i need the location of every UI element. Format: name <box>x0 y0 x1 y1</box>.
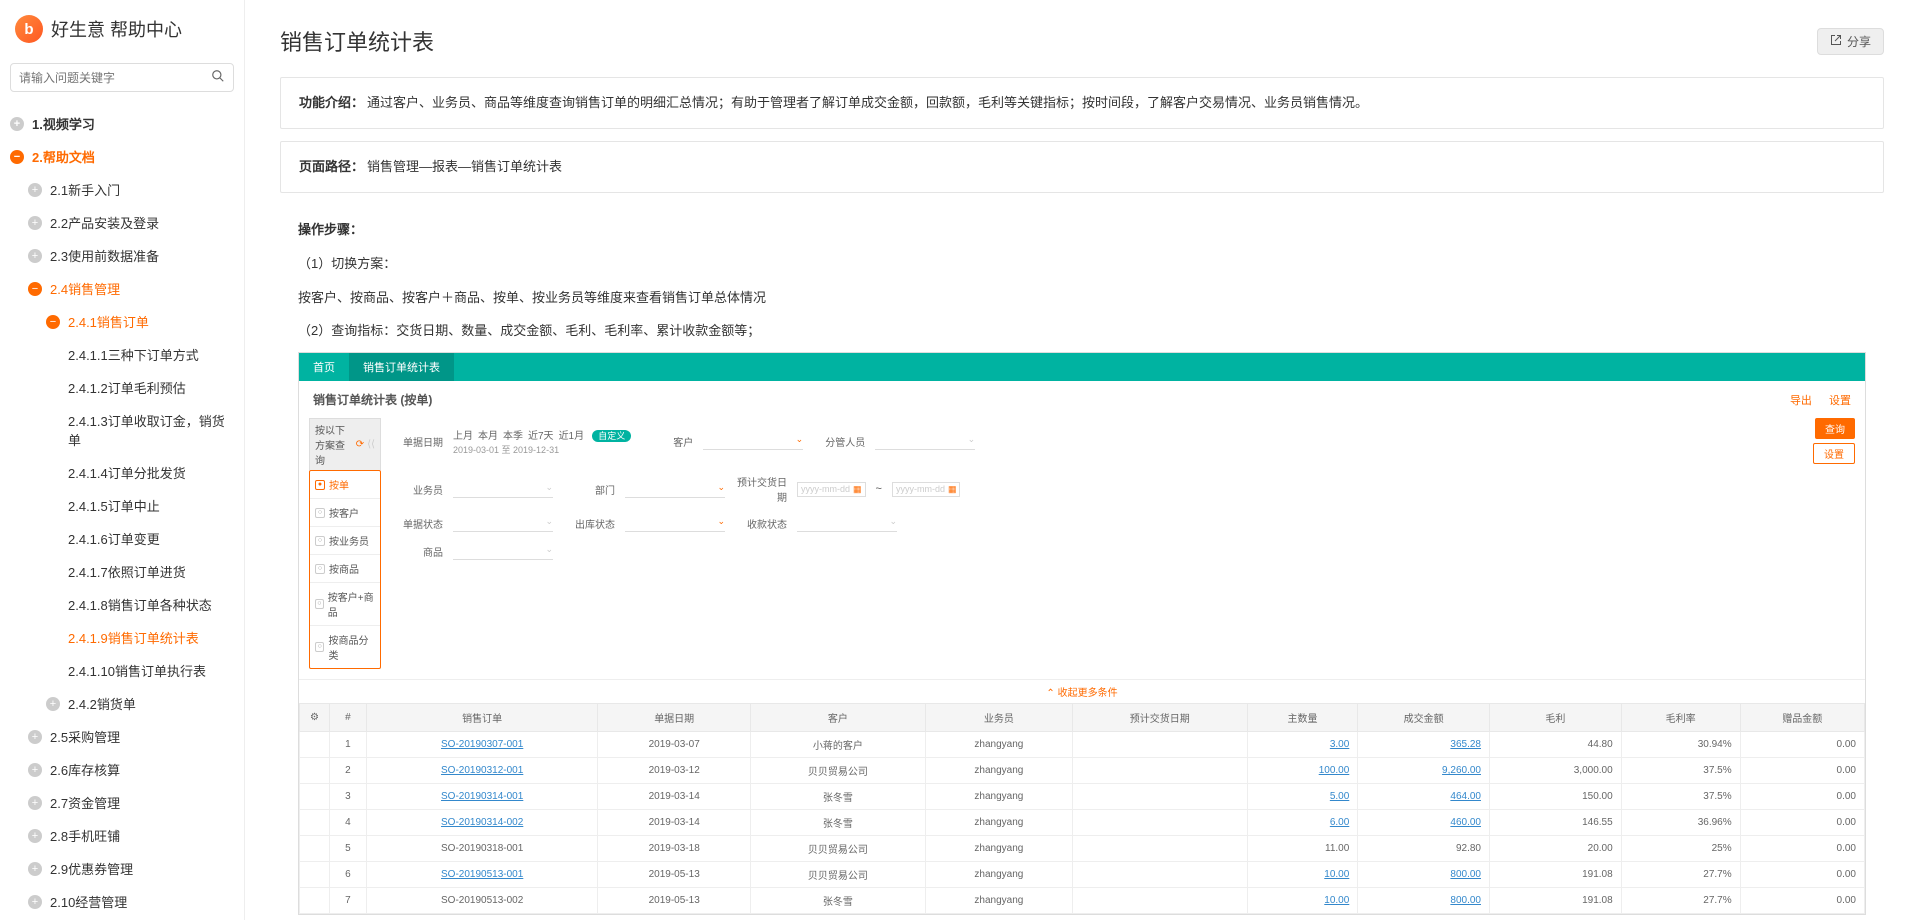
share-button[interactable]: 分享 <box>1817 28 1884 55</box>
path-card: 页面路径：销售管理—报表—销售订单统计表 <box>280 141 1884 193</box>
collapse-bar: ⌃ 收起更多条件 <box>299 679 1865 703</box>
table-row: 5SO-20190318-0012019-03-18贝贝贸易公司zhangyan… <box>300 836 1865 862</box>
search-box[interactable] <box>10 63 234 92</box>
nav-2-3[interactable]: +2.3使用前数据准备 <box>10 239 234 272</box>
nav-2-4-1-1[interactable]: 2.4.1.1三种下订单方式 <box>10 338 234 371</box>
nav-2-4-1-8[interactable]: 2.4.1.8销售订单各种状态 <box>10 588 234 621</box>
mock-export: 导出 <box>1790 395 1812 407</box>
table-row: 6SO-20190513-0012019-05-13贝贝贸易公司zhangyan… <box>300 862 1865 888</box>
nav-2-4-1-10[interactable]: 2.4.1.10销售订单执行表 <box>10 654 234 687</box>
intro-text: 通过客户、业务员、商品等维度查询销售订单的明细汇总情况；有助于管理者了解订单成交… <box>367 95 1368 110</box>
path-label: 页面路径： <box>299 159 364 174</box>
table-row: 3SO-20190314-0012019-03-14张冬雪zhangyang5.… <box>300 784 1865 810</box>
date-range: 2019-03-01 至 2019-12-31 <box>453 443 631 456</box>
mock-table: ⚙#销售订单单据日期客户业务员预计交货日期主数量成交金额毛利毛利率赠品金额 1S… <box>299 703 1865 914</box>
nav-tree: +1.视频学习 −2.帮助文档 +2.1新手入门 +2.2产品安装及登录 +2.… <box>10 107 234 918</box>
mock-set-btn: 设置 <box>1813 443 1855 464</box>
mock-side-panel: 按以下方案查询 ⟳ ⟨⟨ ●按单○按客户○按业务员○按商品○按客户+商品○按商品… <box>309 418 381 669</box>
mock-side-item: ○按业务员 <box>310 527 380 555</box>
table-row: 7SO-20190513-0022019-05-13张冬雪zhangyang10… <box>300 888 1865 914</box>
mock-side-head: 按以下方案查询 ⟳ ⟨⟨ <box>309 418 381 470</box>
refresh-icon: ⟳ <box>356 439 364 450</box>
intro-card: 功能介绍：通过客户、业务员、商品等维度查询销售订单的明细汇总情况；有助于管理者了… <box>280 77 1884 129</box>
mock-search-btn: 查询 <box>1815 418 1855 439</box>
table-row: 1SO-20190307-0012019-03-07小蒋的客户zhangyang… <box>300 732 1865 758</box>
nav-video[interactable]: +1.视频学习 <box>10 107 234 140</box>
search-input[interactable] <box>19 71 211 85</box>
nav-2-4-2[interactable]: +2.4.2销货单 <box>10 687 234 720</box>
nav-2-4-1-4[interactable]: 2.4.1.4订单分批发货 <box>10 456 234 489</box>
nav-2-8[interactable]: +2.8手机旺铺 <box>10 819 234 852</box>
nav-2-6[interactable]: +2.6库存核算 <box>10 753 234 786</box>
screenshot-mock-1: 首页 销售订单统计表 销售订单统计表 (按单) 导出 设置 按以下方案查询 ⟳ <box>298 352 1866 915</box>
nav-2-4-1[interactable]: −2.4.1销售订单 <box>10 305 234 338</box>
mock-header-links: 导出 设置 <box>1776 392 1851 408</box>
nav-2-9[interactable]: +2.9优惠券管理 <box>10 852 234 885</box>
nav-2-4-1-2[interactable]: 2.4.1.2订单毛利预估 <box>10 371 234 404</box>
logo-icon: b <box>15 15 43 43</box>
date-links: 上月本月本季近7天近1月 <box>453 431 589 442</box>
step1-text: 按客户、按商品、按客户＋商品、按单、按业务员等维度来查看销售订单总体情况 <box>298 286 1866 309</box>
share-icon <box>1830 34 1842 49</box>
step1-num: （1）切换方案： <box>298 252 1866 275</box>
main-content: 销售订单统计表 分享 功能介绍：通过客户、业务员、商品等维度查询销售订单的明细汇… <box>245 0 1919 920</box>
steps-block: 操作步骤： （1）切换方案： 按客户、按商品、按客户＋商品、按单、按业务员等维度… <box>280 205 1884 920</box>
nav-2-7[interactable]: +2.7资金管理 <box>10 786 234 819</box>
nav-2-5[interactable]: +2.5采购管理 <box>10 720 234 753</box>
page-title: 销售订单统计表 <box>280 25 434 57</box>
nav-2-4-1-9[interactable]: 2.4.1.9销售订单统计表 <box>10 621 234 654</box>
nav-2-4-1-6[interactable]: 2.4.1.6订单变更 <box>10 522 234 555</box>
logo-row: b 好生意 帮助中心 <box>10 0 234 63</box>
steps-label: 操作步骤： <box>298 219 1866 238</box>
nav-2-4-1-3[interactable]: 2.4.1.3订单收取订金，销货单 <box>10 404 234 456</box>
nav-2-10[interactable]: +2.10经营管理 <box>10 885 234 918</box>
nav-2-1[interactable]: +2.1新手入门 <box>10 173 234 206</box>
mock-tab-report: 销售订单统计表 <box>349 353 454 381</box>
mock-filters: 单据日期 上月本月本季近7天近1月 自定义 2019-03-01 至 2019-… <box>391 418 1855 669</box>
nav-2-4[interactable]: −2.4销售管理 <box>10 272 234 305</box>
mock-title: 销售订单统计表 (按单) <box>313 391 432 408</box>
step2: （2）查询指标：交货日期、数量、成交金额、毛利、毛利率、累计收款金额等； <box>298 319 1866 342</box>
mock-side-item: ○按客户 <box>310 499 380 527</box>
table-row: 2SO-20190312-0012019-03-12贝贝贸易公司zhangyan… <box>300 758 1865 784</box>
mock-tabs: 首页 销售订单统计表 <box>299 353 1865 381</box>
nav-help-docs[interactable]: −2.帮助文档 <box>10 140 234 173</box>
logo-text: 好生意 帮助中心 <box>51 16 182 42</box>
mock-setting: 设置 <box>1829 395 1851 407</box>
nav-2-2[interactable]: +2.2产品安装及登录 <box>10 206 234 239</box>
table-row: 4SO-20190314-0022019-03-14张冬雪zhangyang6.… <box>300 810 1865 836</box>
mock-side-item: ○按商品 <box>310 555 380 583</box>
search-icon[interactable] <box>211 69 225 86</box>
collapse-icon: ⟨⟨ <box>367 439 375 450</box>
mock-side-item: ○按客户+商品 <box>310 583 380 626</box>
nav-2-4-1-7[interactable]: 2.4.1.7依照订单进货 <box>10 555 234 588</box>
mock-side-item: ●按单 <box>310 471 380 499</box>
date-custom-badge: 自定义 <box>592 430 631 442</box>
mock-tab-home: 首页 <box>299 353 349 381</box>
mock-side-item: ○按商品分类 <box>310 626 380 668</box>
sidebar: b 好生意 帮助中心 +1.视频学习 −2.帮助文档 +2.1新手入门 +2.2… <box>0 0 245 920</box>
path-text: 销售管理—报表—销售订单统计表 <box>367 159 562 174</box>
intro-label: 功能介绍： <box>299 95 364 110</box>
nav-2-4-1-5[interactable]: 2.4.1.5订单中止 <box>10 489 234 522</box>
